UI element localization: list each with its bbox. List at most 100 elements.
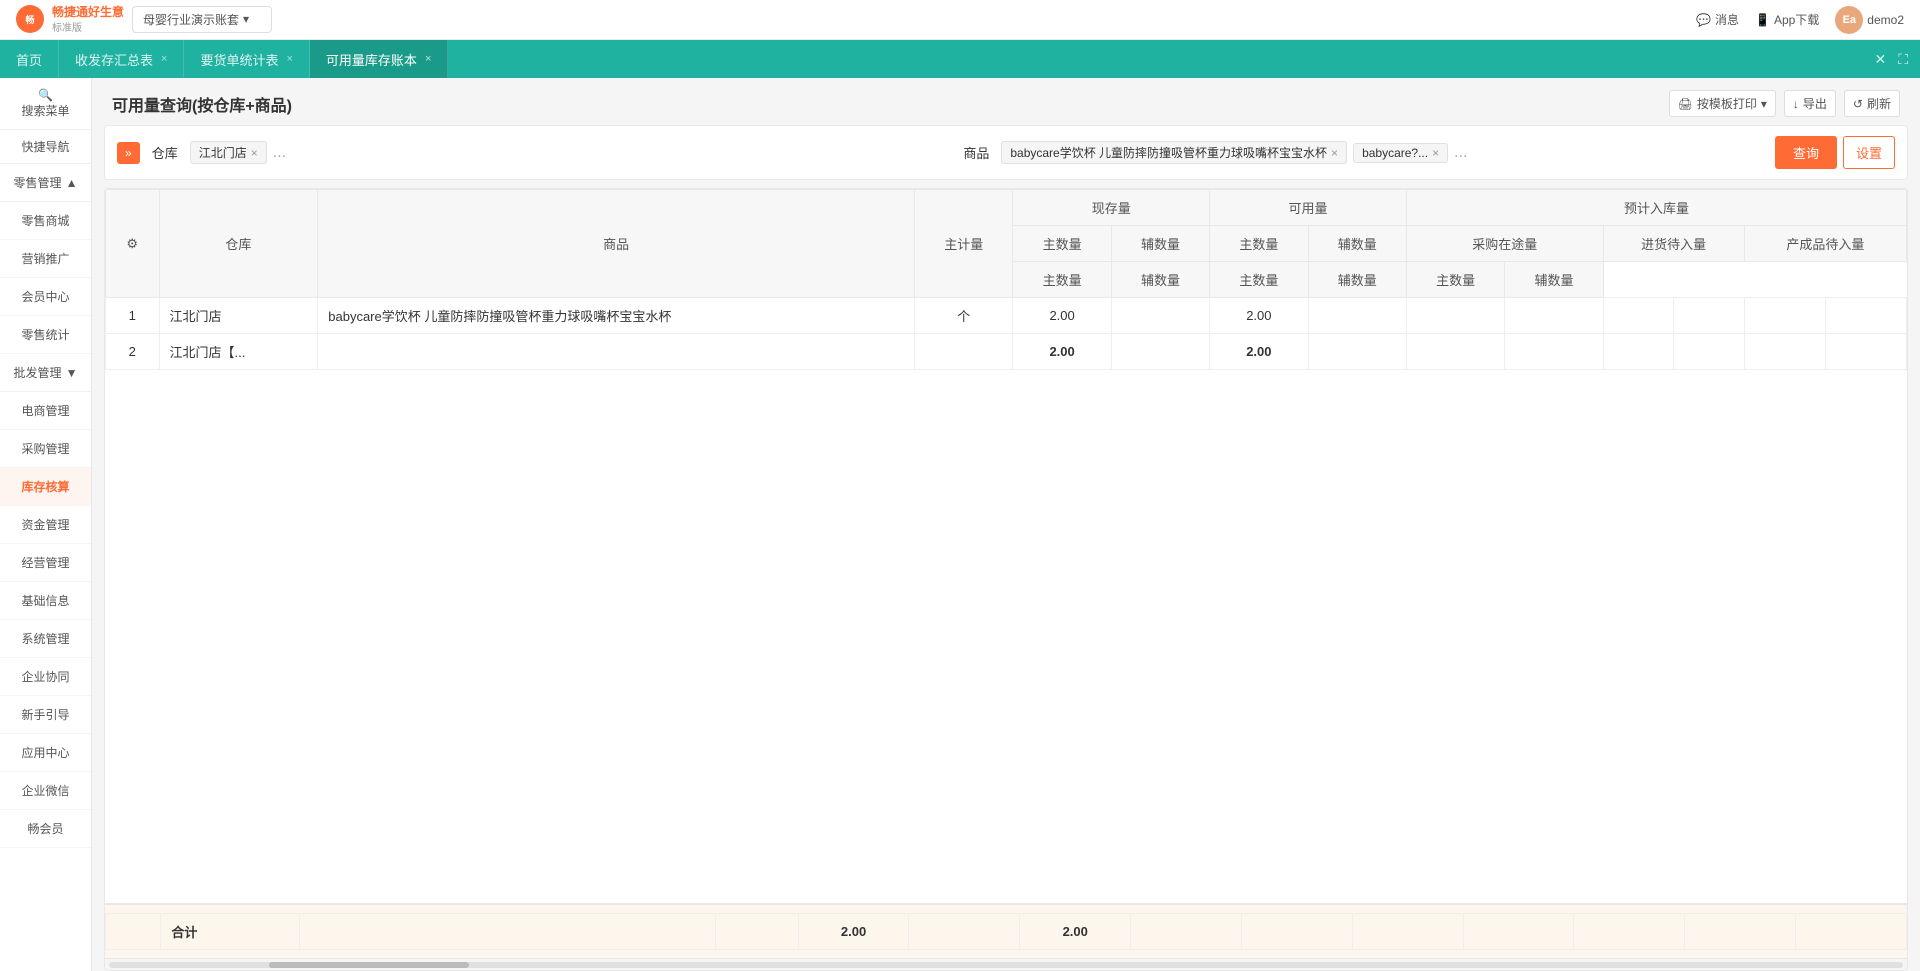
cell-fp-main: [1744, 334, 1825, 370]
th-pp-aux: 辅数量: [1308, 262, 1406, 298]
app-download-btn[interactable]: 📱 App下载: [1755, 11, 1819, 28]
cell-unit: [915, 334, 1013, 370]
th-pt-aux: 辅数量: [1111, 262, 1209, 298]
th-purchase-transit: 采购在途量: [1406, 226, 1603, 262]
sidebar: 🔍 搜索菜单 快捷导航 零售管理 ▲ 零售商城 营销推广 会员中心 零售统计 批…: [0, 78, 92, 971]
cell-stock-main: 2.00: [1013, 298, 1111, 334]
sidebar-item-marketing[interactable]: 营销推广: [0, 240, 91, 278]
sidebar-item-finance[interactable]: 资金管理: [0, 506, 91, 544]
industry-selector[interactable]: 母婴行业演示账套 ▾: [132, 6, 272, 33]
scroll-track[interactable]: [109, 962, 1903, 968]
product-filter-more[interactable]: ...: [1454, 144, 1467, 162]
sidebar-item-wholesale-mgmt[interactable]: 批发管理 ▼: [0, 354, 91, 392]
chevron-down-icon: ▾: [243, 12, 249, 26]
tab-home-label: 首页: [16, 50, 42, 69]
top-bar: 畅 畅捷通好生意 标准版 母婴行业演示账套 ▾ 💬 消息 📱 App下载 Ea …: [0, 0, 1920, 40]
warehouse-filter-more[interactable]: ...: [273, 144, 286, 162]
sidebar-item-basic-info[interactable]: 基础信息: [0, 582, 91, 620]
filter-row: » 仓库 江北门店 × ... 商品 babycare学饮杯 儿童防摔防撞吸管杯…: [104, 125, 1908, 180]
product-tag-2: babycare?... ×: [1353, 143, 1448, 163]
chevron-icon: ▼: [66, 366, 78, 380]
gear-icon: ⚙: [126, 236, 138, 251]
page-header: 可用量查询(按仓库+商品) 🖨 按模板打印 ▾ ↓ 导出 ↺ 刷新: [92, 78, 1920, 125]
footer-pp-aux: [1574, 914, 1685, 950]
th-seq: ⚙: [106, 190, 160, 298]
refresh-icon: ↺: [1853, 97, 1863, 111]
sidebar-item-enterprise-wechat[interactable]: 企业微信: [0, 772, 91, 810]
warehouse-tag-remove[interactable]: ×: [251, 146, 258, 160]
cell-fp-aux: [1825, 334, 1906, 370]
cell-fp-aux: [1825, 298, 1906, 334]
sidebar-item-retail-mgmt[interactable]: 零售管理 ▲: [0, 164, 91, 202]
filter-expand-btn[interactable]: »: [117, 142, 140, 164]
th-pp-main: 主数量: [1210, 262, 1308, 298]
sidebar-item-enterprise[interactable]: 企业协同: [0, 658, 91, 696]
sidebar-item-vip[interactable]: 畅会员: [0, 810, 91, 848]
fullscreen-btn[interactable]: ⛶: [1894, 47, 1912, 72]
top-bar-left: 畅 畅捷通好生意 标准版 母婴行业演示账套 ▾: [16, 5, 272, 34]
close-all-tabs-btn[interactable]: ✕: [1870, 47, 1890, 72]
tab-receive-summary-label: 收发存汇总表: [75, 50, 153, 69]
product-tags: babycare学饮杯 儿童防摔防撞吸管杯重力球吸嘴杯宝宝水杯 × babyca…: [1001, 141, 1763, 164]
tab-order-stats-close[interactable]: ×: [286, 53, 292, 65]
th-available: 可用量: [1210, 190, 1407, 226]
footer-avail-main: 2.00: [1020, 914, 1131, 950]
sidebar-item-purchase[interactable]: 采购管理: [0, 430, 91, 468]
cell-pt-aux: [1505, 334, 1603, 370]
footer-stock-aux: [909, 914, 1020, 950]
sidebar-search[interactable]: 🔍 搜索菜单: [0, 78, 91, 130]
message-icon: 💬: [1696, 13, 1711, 27]
tab-order-stats[interactable]: 要货单统计表 ×: [184, 40, 309, 78]
sidebar-quick-nav[interactable]: 快捷导航: [0, 130, 91, 164]
footer-fp-aux: [1796, 914, 1907, 950]
scroll-thumb[interactable]: [269, 962, 469, 968]
product-tag-1: babycare学饮杯 儿童防摔防撞吸管杯重力球吸嘴杯宝宝水杯 ×: [1001, 141, 1347, 164]
tab-available-stock-close[interactable]: ×: [425, 53, 431, 65]
horizontal-scrollbar[interactable]: [105, 958, 1907, 970]
export-btn[interactable]: ↓ 导出: [1784, 90, 1836, 117]
product-tag-2-remove[interactable]: ×: [1432, 146, 1439, 160]
sidebar-item-ecommerce[interactable]: 电商管理: [0, 392, 91, 430]
user-menu[interactable]: Ea demo2: [1835, 6, 1904, 34]
cell-pt-main: [1406, 334, 1504, 370]
settings-btn[interactable]: 设置: [1843, 136, 1895, 169]
sidebar-item-system[interactable]: 系统管理: [0, 620, 91, 658]
th-fp-aux: 辅数量: [1505, 262, 1603, 298]
warehouse-filter-label: 仓库: [152, 143, 178, 162]
th-stock-aux: 辅数量: [1111, 226, 1209, 262]
cell-pp-aux: [1674, 298, 1745, 334]
tab-receive-summary-close[interactable]: ×: [161, 53, 167, 65]
warehouse-tag: 江北门店 ×: [190, 141, 267, 164]
sidebar-item-operations[interactable]: 经营管理: [0, 544, 91, 582]
sidebar-item-retail-mall[interactable]: 零售商城: [0, 202, 91, 240]
brand-name: 畅捷通好生意: [52, 5, 124, 19]
th-finished-pending: 产成品待入量: [1744, 226, 1906, 262]
sidebar-item-retail-stats[interactable]: 零售统计: [0, 316, 91, 354]
query-btn[interactable]: 查询: [1775, 136, 1837, 169]
tab-available-stock[interactable]: 可用量库存账本 ×: [310, 40, 448, 78]
main-layout: 🔍 搜索菜单 快捷导航 零售管理 ▲ 零售商城 营销推广 会员中心 零售统计 批…: [0, 78, 1920, 971]
top-bar-right: 💬 消息 📱 App下载 Ea demo2: [1696, 6, 1904, 34]
print-chevron-icon: ▾: [1761, 97, 1767, 111]
refresh-btn[interactable]: ↺ 刷新: [1844, 90, 1900, 117]
cell-pp-main: [1603, 298, 1673, 334]
table-scroll[interactable]: ⚙ 仓库 商品 主计量 现存量 可用量 预计入库量 主数量 辅数量 主数量: [105, 189, 1907, 903]
footer-empty-2: [299, 914, 715, 950]
print-template-btn[interactable]: 🖨 按模板打印 ▾: [1669, 90, 1776, 117]
sidebar-item-app-center[interactable]: 应用中心: [0, 734, 91, 772]
cell-pt-aux: [1505, 298, 1603, 334]
message-btn[interactable]: 💬 消息: [1696, 11, 1739, 28]
th-forecast: 预计入库量: [1406, 190, 1906, 226]
tab-available-stock-label: 可用量库存账本: [326, 50, 417, 69]
sidebar-item-inventory[interactable]: 库存核算: [0, 468, 91, 506]
sidebar-item-member[interactable]: 会员中心: [0, 278, 91, 316]
product-tag-1-remove[interactable]: ×: [1331, 146, 1338, 160]
cell-product: babycare学饮杯 儿童防摔防撞吸管杯重力球吸嘴杯宝宝水杯: [318, 298, 915, 334]
tab-receive-summary[interactable]: 收发存汇总表 ×: [59, 40, 184, 78]
sidebar-item-newbie[interactable]: 新手引导: [0, 696, 91, 734]
th-stock: 现存量: [1013, 190, 1210, 226]
footer-fp-main: [1685, 914, 1796, 950]
table-row: 1 江北门店 babycare学饮杯 儿童防摔防撞吸管杯重力球吸嘴杯宝宝水杯 个…: [106, 298, 1907, 334]
cell-warehouse: 江北门店: [159, 298, 318, 334]
tab-home[interactable]: 首页: [0, 40, 59, 78]
